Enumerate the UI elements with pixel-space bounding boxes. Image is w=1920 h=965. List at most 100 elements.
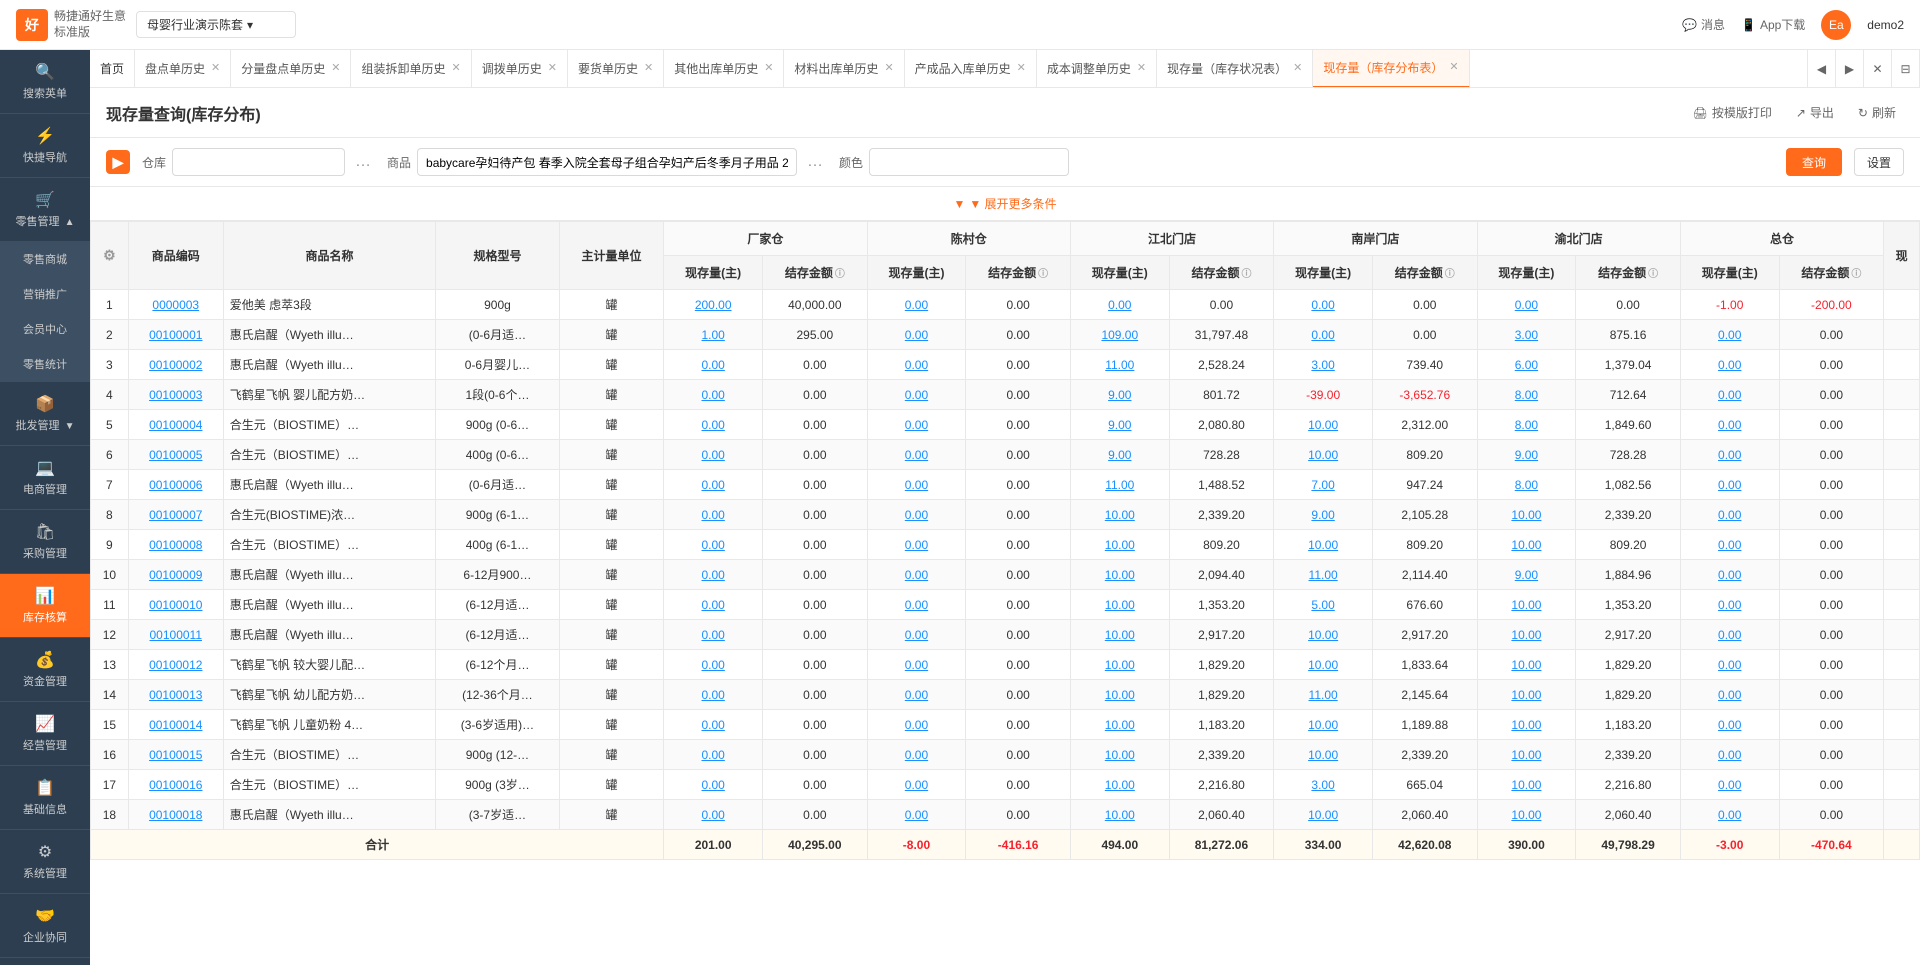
tab-material-out[interactable]: 材料出库单历史 ✕	[784, 50, 904, 87]
row-total-qty[interactable]: 0.00	[1680, 710, 1779, 740]
user-name[interactable]: demo2	[1867, 18, 1904, 32]
row-total-qty[interactable]: 0.00	[1680, 380, 1779, 410]
row-cf-qty[interactable]: 0.00	[664, 650, 763, 680]
row-na-qty[interactable]: 7.00	[1274, 470, 1373, 500]
row-yb-qty[interactable]: 8.00	[1477, 470, 1576, 500]
row-code[interactable]: 00100012	[128, 650, 223, 680]
row-cc-qty[interactable]: 0.00	[867, 290, 966, 320]
row-total-qty[interactable]: 0.00	[1680, 770, 1779, 800]
row-yb-qty[interactable]: 9.00	[1477, 560, 1576, 590]
warehouse-dots[interactable]: …	[351, 153, 375, 171]
row-na-qty[interactable]: 10.00	[1274, 620, 1373, 650]
sidebar-item-ecommerce[interactable]: 💻 电商管理	[0, 446, 90, 510]
row-jb-qty[interactable]: 10.00	[1070, 710, 1169, 740]
tab-stock-dist[interactable]: 现存量（库存分布表） ✕	[1313, 50, 1469, 87]
row-total-qty[interactable]: 0.00	[1680, 500, 1779, 530]
row-yb-qty[interactable]: 8.00	[1477, 410, 1576, 440]
row-cc-qty[interactable]: 0.00	[867, 590, 966, 620]
row-yb-qty[interactable]: 10.00	[1477, 680, 1576, 710]
sidebar-item-purchase[interactable]: 🛍 采购管理	[0, 510, 90, 574]
row-cf-qty[interactable]: 0.00	[664, 680, 763, 710]
search-btn[interactable]: 查询	[1786, 148, 1842, 176]
row-total-qty[interactable]: 0.00	[1680, 410, 1779, 440]
row-total-qty[interactable]: 0.00	[1680, 320, 1779, 350]
row-code[interactable]: 00100010	[128, 590, 223, 620]
row-cf-qty[interactable]: 1.00	[664, 320, 763, 350]
row-jb-qty[interactable]: 10.00	[1070, 530, 1169, 560]
row-total-qty[interactable]: 0.00	[1680, 590, 1779, 620]
row-cc-qty[interactable]: 0.00	[867, 800, 966, 830]
filter-expand-btn[interactable]: ▶	[106, 150, 130, 174]
tab-close-current-btn[interactable]: ✕	[1864, 50, 1892, 88]
row-yb-qty[interactable]: 0.00	[1477, 290, 1576, 320]
row-yb-qty[interactable]: 9.00	[1477, 440, 1576, 470]
row-cf-qty[interactable]: 0.00	[664, 770, 763, 800]
row-na-qty[interactable]: 0.00	[1274, 290, 1373, 320]
row-total-qty[interactable]: 0.00	[1680, 740, 1779, 770]
tab-stock-sub[interactable]: 分量盘点单历史 ✕	[231, 50, 351, 87]
row-code[interactable]: 00100001	[128, 320, 223, 350]
row-cf-qty[interactable]: 0.00	[664, 380, 763, 410]
row-yb-qty[interactable]: 3.00	[1477, 320, 1576, 350]
row-cf-qty[interactable]: 0.00	[664, 500, 763, 530]
row-na-qty[interactable]: 10.00	[1274, 650, 1373, 680]
row-code[interactable]: 00100013	[128, 680, 223, 710]
row-code[interactable]: 00100018	[128, 800, 223, 830]
row-cc-qty[interactable]: 0.00	[867, 650, 966, 680]
row-yb-qty[interactable]: 10.00	[1477, 650, 1576, 680]
tab-other-out[interactable]: 其他出库单历史 ✕	[664, 50, 784, 87]
sidebar-item-retail[interactable]: 🛒 零售管理 ▲	[0, 178, 90, 242]
row-cf-qty[interactable]: 0.00	[664, 740, 763, 770]
row-na-qty[interactable]: 0.00	[1274, 320, 1373, 350]
refresh-btn[interactable]: ↻ 刷新	[1850, 100, 1904, 125]
row-code[interactable]: 00100004	[128, 410, 223, 440]
row-code[interactable]: 00100003	[128, 380, 223, 410]
row-cc-qty[interactable]: 0.00	[867, 680, 966, 710]
row-jb-qty[interactable]: 10.00	[1070, 770, 1169, 800]
row-total-qty[interactable]: 0.00	[1680, 620, 1779, 650]
tab-next-btn[interactable]: ▶	[1836, 50, 1864, 88]
tab-menu-btn[interactable]: ⊟	[1892, 50, 1920, 88]
message-btn[interactable]: 💬 消息	[1682, 16, 1725, 33]
row-cf-qty[interactable]: 0.00	[664, 350, 763, 380]
tab-close-stock-dist[interactable]: ✕	[1449, 62, 1458, 73]
row-na-qty[interactable]: 11.00	[1274, 680, 1373, 710]
goods-dots[interactable]: …	[803, 153, 827, 171]
tab-stock-status[interactable]: 现存量（库存状况表） ✕	[1157, 50, 1313, 87]
row-jb-qty[interactable]: 10.00	[1070, 560, 1169, 590]
tab-close-material-out[interactable]: ✕	[884, 63, 893, 74]
row-code[interactable]: 00100016	[128, 770, 223, 800]
tab-stock-single[interactable]: 盘点单历史 ✕	[135, 50, 231, 87]
row-cc-qty[interactable]: 0.00	[867, 440, 966, 470]
row-code[interactable]: 00100009	[128, 560, 223, 590]
row-total-qty[interactable]: 0.00	[1680, 650, 1779, 680]
row-cf-qty[interactable]: 200.00	[664, 290, 763, 320]
row-cf-qty[interactable]: 0.00	[664, 470, 763, 500]
tab-disassemble[interactable]: 组装拆卸单历史 ✕	[351, 50, 471, 87]
row-yb-qty[interactable]: 10.00	[1477, 620, 1576, 650]
row-cc-qty[interactable]: 0.00	[867, 530, 966, 560]
row-cf-qty[interactable]: 0.00	[664, 410, 763, 440]
row-na-qty[interactable]: 10.00	[1274, 740, 1373, 770]
tab-close-disassemble[interactable]: ✕	[452, 63, 461, 74]
row-cf-qty[interactable]: 0.00	[664, 530, 763, 560]
row-cc-qty[interactable]: 0.00	[867, 770, 966, 800]
settings-btn[interactable]: 设置	[1854, 148, 1904, 176]
row-total-qty[interactable]: 0.00	[1680, 680, 1779, 710]
sidebar-item-retail-stat[interactable]: 零售统计	[0, 347, 90, 382]
sidebar-item-search[interactable]: 🔍 搜索英单	[0, 50, 90, 114]
row-jb-qty[interactable]: 10.00	[1070, 680, 1169, 710]
row-jb-qty[interactable]: 109.00	[1070, 320, 1169, 350]
row-cf-qty[interactable]: 0.00	[664, 560, 763, 590]
tab-home[interactable]: 首页	[90, 50, 135, 87]
row-yb-qty[interactable]: 10.00	[1477, 710, 1576, 740]
row-jb-qty[interactable]: 10.00	[1070, 620, 1169, 650]
tab-prev-btn[interactable]: ◀	[1808, 50, 1836, 88]
tab-product-in[interactable]: 产成品入库单历史 ✕	[905, 50, 1037, 87]
row-code[interactable]: 0000003	[128, 290, 223, 320]
print-btn[interactable]: 🖨 按模版打印	[1685, 100, 1780, 125]
row-total-qty[interactable]: 0.00	[1680, 350, 1779, 380]
row-total-qty[interactable]: -1.00	[1680, 290, 1779, 320]
tab-close-stock-single[interactable]: ✕	[211, 63, 220, 74]
row-jb-qty[interactable]: 9.00	[1070, 440, 1169, 470]
